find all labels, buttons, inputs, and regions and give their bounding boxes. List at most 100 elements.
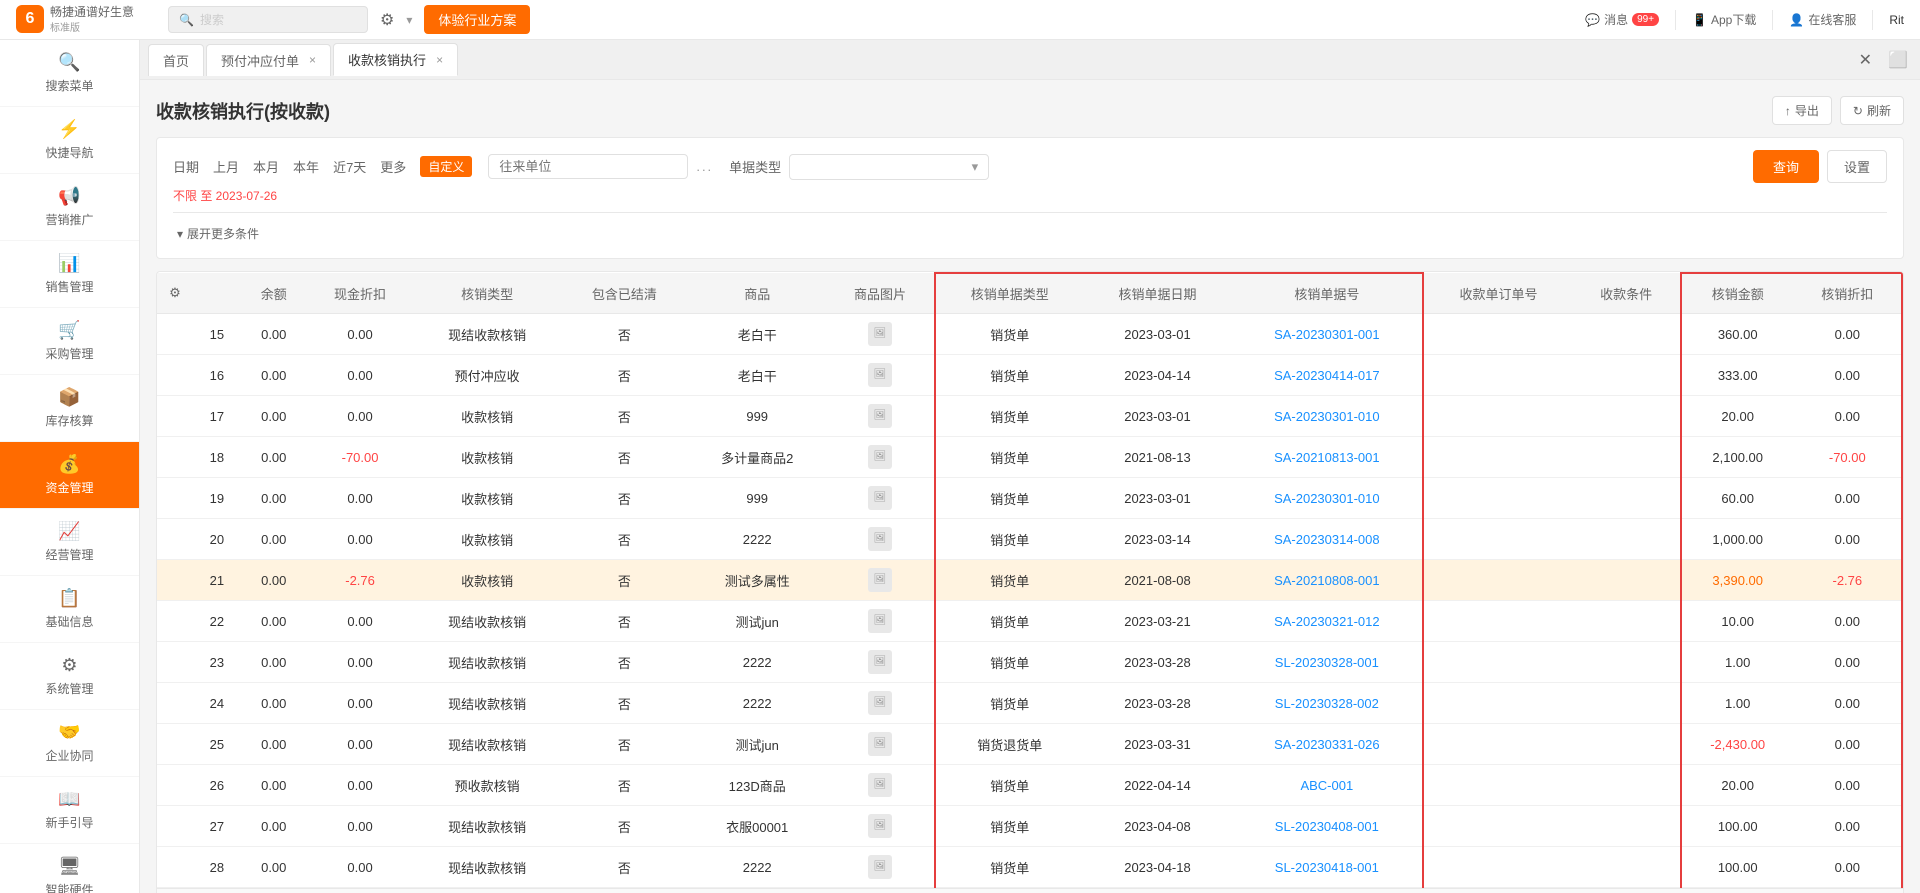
td-verify-doc-type: 销货单 [935,355,1084,396]
maximize-icon[interactable]: ⬜ [1884,46,1912,74]
td-receipt-cond [1573,847,1681,888]
doc-type-select[interactable]: ▾ [789,154,989,180]
sidebar-item-采购管理[interactable]: 🛒采购管理 [0,308,139,375]
th-settings[interactable]: ⚙ [157,273,193,314]
verify-no-link[interactable]: SA-20230301-010 [1274,409,1380,424]
filter-settings-button[interactable]: 设置 [1827,150,1887,183]
td-verify-no[interactable]: SA-20230301-010 [1231,396,1423,437]
td-product: 老白干 [688,355,826,396]
tab-收款核销执行[interactable]: 收款核销执行× [333,43,458,76]
partner-dots[interactable]: ... [696,159,713,174]
table-row: 16 0.00 0.00 预付冲应收 否 老白干 🖼 销货单 2023-04-1… [157,355,1902,396]
last-month-btn[interactable]: 上月 [207,155,245,178]
td-verify-no[interactable]: SA-20230414-017 [1231,355,1423,396]
sidebar-item-快捷导航[interactable]: ⚡快捷导航 [0,107,139,174]
verify-no-link[interactable]: SA-20230331-026 [1274,737,1380,752]
query-button[interactable]: 查询 [1753,150,1819,183]
td-receipt-order-no [1423,683,1572,724]
sidebar-icon: 📈 [58,521,80,542]
this-year-btn[interactable]: 本年 [287,155,325,178]
verify-no-link[interactable]: ABC-001 [1300,778,1353,793]
td-include-settled: 否 [561,765,688,806]
partner-input[interactable] [488,154,688,179]
td-verify-no[interactable]: SL-20230328-002 [1231,683,1423,724]
tab-close-icon[interactable]: × [436,53,443,67]
td-verify-no[interactable]: SA-20210808-001 [1231,560,1423,601]
td-seq: 28 [193,847,241,888]
verify-no-link[interactable]: SL-20230418-001 [1275,860,1379,875]
verify-no-link[interactable]: SA-20210808-001 [1274,573,1380,588]
tab-首页[interactable]: 首页 [148,44,204,76]
date-label: 日期 [173,157,199,176]
tab-label: 预付冲应付单 [221,51,299,70]
refresh-button[interactable]: ↻ 刷新 [1840,96,1904,125]
verify-no-link[interactable]: SA-20230314-008 [1274,532,1380,547]
settings-icon[interactable]: ⚙ [380,10,394,30]
td-product: 测试jun [688,724,826,765]
td-verify-no[interactable]: SA-20210813-001 [1231,437,1423,478]
td-verify-no[interactable]: SL-20230418-001 [1231,847,1423,888]
sidebar-item-企业协同[interactable]: 🤝企业协同 [0,710,139,777]
td-verify-no[interactable]: SA-20230321-012 [1231,601,1423,642]
sidebar-item-资金管理[interactable]: 💰资金管理 [0,442,139,509]
verify-no-link[interactable]: SL-20230328-001 [1275,655,1379,670]
solution-button[interactable]: 体验行业方案 [424,5,530,34]
tab-close-icon[interactable]: × [309,53,316,67]
message-btn[interactable]: 💬 消息 99+ [1585,11,1659,28]
sidebar-item-系统管理[interactable]: ⚙系统管理 [0,643,139,710]
this-month-btn[interactable]: 本月 [247,155,285,178]
td-cash-discount: 0.00 [307,355,414,396]
verify-no-link[interactable]: SA-20210813-001 [1274,450,1380,465]
td-verify-no[interactable]: SA-20230314-008 [1231,519,1423,560]
sidebar-item-智能硬件[interactable]: 🖥智能硬件 [0,844,139,893]
close-window-icon[interactable]: ✕ [1855,46,1876,74]
td-include-settled: 否 [561,560,688,601]
td-cash-discount: 0.00 [307,396,414,437]
td-verify-amount: 20.00 [1681,396,1794,437]
sidebar-item-销售管理[interactable]: 📊销售管理 [0,241,139,308]
td-balance: 0.00 [241,806,307,847]
search-box[interactable]: 🔍 搜索 [168,6,368,33]
td-verify-no[interactable]: SL-20230408-001 [1231,806,1423,847]
dropdown-icon[interactable]: ▾ [406,13,412,27]
verify-no-link[interactable]: SL-20230408-001 [1275,819,1379,834]
td-verify-discount: 0.00 [1794,314,1902,355]
sidebar-item-营销推广[interactable]: 📢营销推广 [0,174,139,241]
verify-no-link[interactable]: SA-20230301-001 [1274,327,1380,342]
td-verify-doc-type: 销货单 [935,437,1084,478]
more-btn[interactable]: 更多 [374,155,412,178]
page-actions: ↑ 导出 ↻ 刷新 [1772,96,1904,125]
td-verify-no[interactable]: SL-20230328-001 [1231,642,1423,683]
table-row: 23 0.00 0.00 现结收款核销 否 2222 🖼 销货单 2023-03… [157,642,1902,683]
verify-no-link[interactable]: SA-20230321-012 [1274,614,1380,629]
user-name[interactable]: Rit [1889,13,1904,27]
sidebar-item-经营管理[interactable]: 📈经营管理 [0,509,139,576]
export-button[interactable]: ↑ 导出 [1772,96,1832,125]
td-seq: 15 [193,314,241,355]
table-scroll[interactable]: ⚙ 余额 现金折扣 核销类型 包含已结清 商品 商品图片 核销单据类型 核销单据… [157,272,1903,888]
sidebar-label: 采购管理 [45,345,93,362]
sidebar-item-搜索菜单[interactable]: 🔍搜索菜单 [0,40,139,107]
verify-no-link[interactable]: SA-20230301-010 [1274,491,1380,506]
tab-预付冲应付单[interactable]: 预付冲应付单 × [206,44,331,76]
td-receipt-cond [1573,396,1681,437]
td-verify-amount: 1,000.00 [1681,519,1794,560]
last7-btn[interactable]: 近7天 [327,155,372,178]
td-verify-no[interactable]: SA-20230301-010 [1231,478,1423,519]
app-download-btn[interactable]: 📱 App下载 [1692,11,1756,28]
td-verify-no[interactable]: SA-20230301-001 [1231,314,1423,355]
td-product-img: 🖼 [826,724,934,765]
td-verify-no[interactable]: SA-20230331-026 [1231,724,1423,765]
verify-no-link[interactable]: SL-20230328-002 [1275,696,1379,711]
custom-btn[interactable]: 自定义 [420,156,472,177]
td-verify-no[interactable]: ABC-001 [1231,765,1423,806]
sidebar-item-基础信息[interactable]: 📋基础信息 [0,576,139,643]
expand-btn[interactable]: ▾ 展开更多条件 [177,225,1883,242]
filter-row-1: 日期 上月 本月 本年 近7天 更多 自定义 ... [173,150,1887,183]
sidebar-item-库存核算[interactable]: 📦库存核算 [0,375,139,442]
td-receipt-cond [1573,560,1681,601]
service-btn[interactable]: 👤 在线客服 [1789,11,1856,28]
verify-no-link[interactable]: SA-20230414-017 [1274,368,1380,383]
td-receipt-cond [1573,724,1681,765]
sidebar-item-新手引导[interactable]: 📖新手引导 [0,777,139,844]
